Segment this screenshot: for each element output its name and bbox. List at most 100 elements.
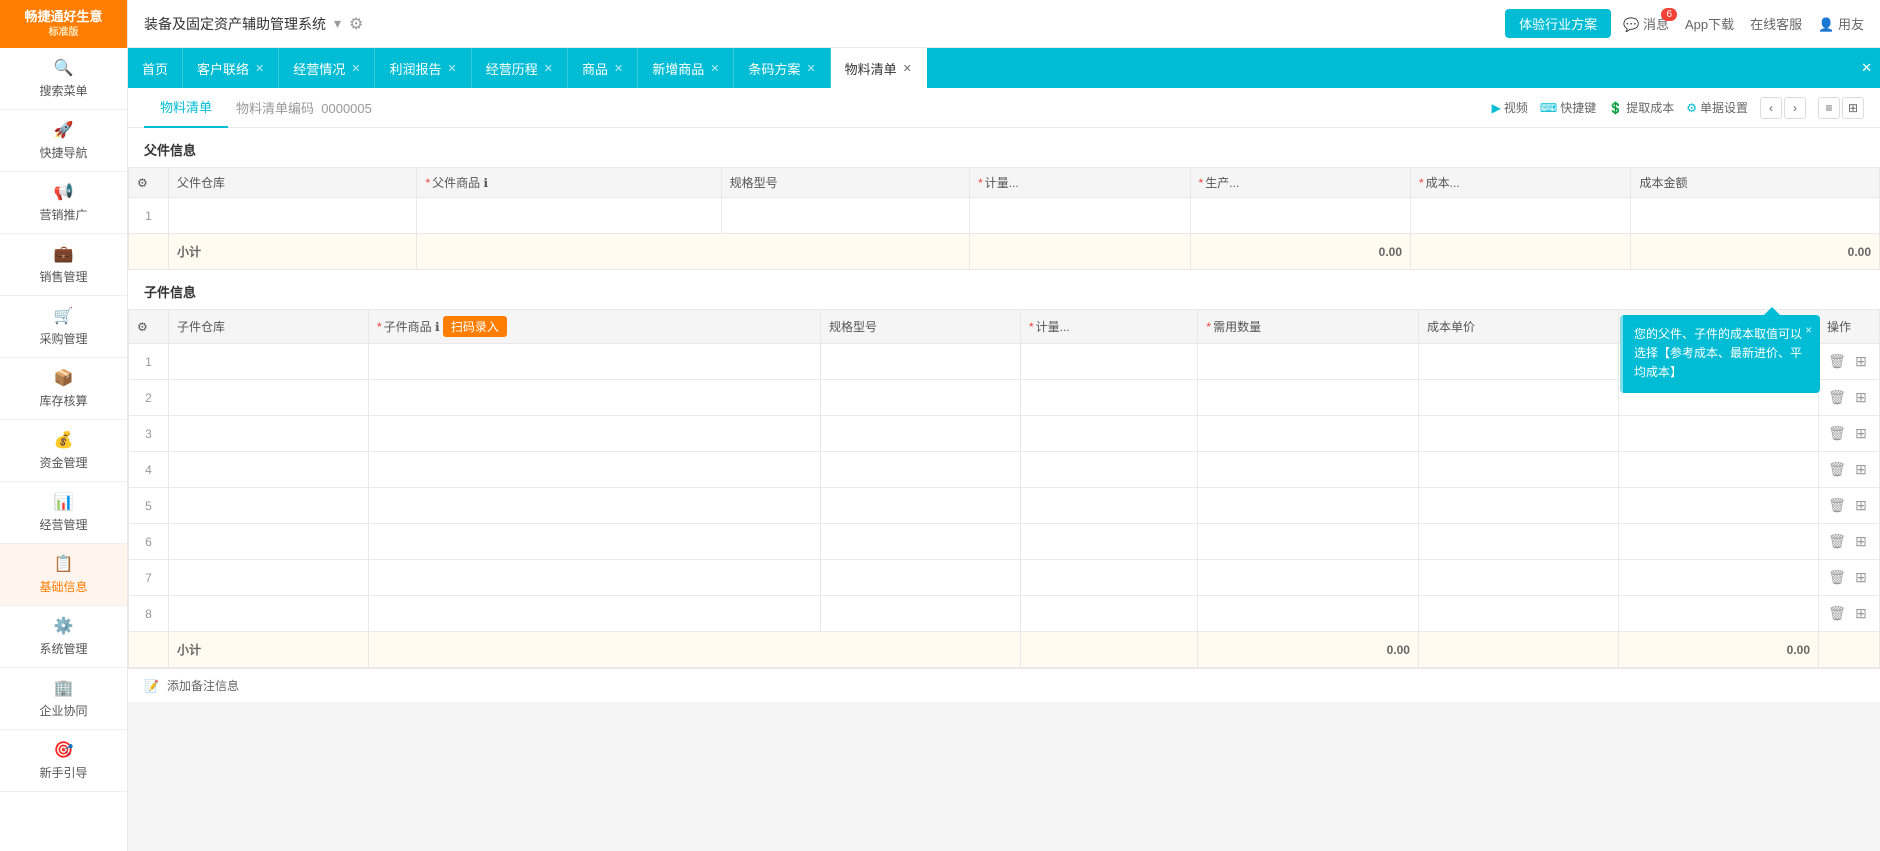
child-cell-product[interactable] [369,416,821,452]
sidebar-item-basic[interactable]: 📋基础信息 [0,544,127,606]
copy-icon[interactable]: ⊞ [1851,568,1871,588]
parent-cell-production[interactable] [1190,198,1410,234]
child-cell-unit-cost[interactable] [1418,488,1618,524]
sidebar-item-search[interactable]: 🔍搜索菜单 [0,48,127,110]
child-cell-required-qty[interactable] [1198,524,1419,560]
child-cell-product[interactable] [369,344,821,380]
navtab-newgoods[interactable]: 新增商品✕ [638,48,734,88]
child-cell-unit[interactable] [1020,416,1197,452]
navtab-history[interactable]: 经营历程✕ [472,48,568,88]
child-cell-unit-cost[interactable] [1418,524,1618,560]
child-cell-warehouse[interactable] [169,416,369,452]
child-cell-product[interactable] [369,596,821,632]
parent-cell-cost[interactable] [1411,198,1631,234]
sidebar-item-finance[interactable]: 💰资金管理 [0,420,127,482]
child-cell-unit[interactable] [1020,344,1197,380]
user-avatar[interactable]: 👤 用友 [1818,14,1864,33]
child-cell-spec[interactable] [820,416,1020,452]
child-cell-cost-amount[interactable] [1618,488,1818,524]
child-cell-cost-amount[interactable] [1618,452,1818,488]
list-btn-2[interactable]: ⊞ [1842,97,1864,119]
child-cell-warehouse[interactable] [169,488,369,524]
subtab-bom[interactable]: 物料清单 [144,88,228,128]
shortcut-btn[interactable]: ⌨ 快捷键 [1540,99,1596,116]
navtab-close-newgoods[interactable]: ✕ [710,62,719,75]
sidebar-item-guide[interactable]: 🎯新手引导 [0,730,127,792]
delete-icon[interactable]: 🗑 [1827,352,1847,372]
child-cell-product[interactable] [369,560,821,596]
child-cell-product[interactable] [369,452,821,488]
child-cell-product[interactable] [369,488,821,524]
delete-icon[interactable]: 🗑 [1827,424,1847,444]
navtab-customers[interactable]: 客户联络✕ [183,48,279,88]
gear-icon[interactable]: ⚙ [349,14,363,34]
copy-icon[interactable]: ⊞ [1851,496,1871,516]
child-cell-warehouse[interactable] [169,560,369,596]
copy-icon[interactable]: ⊞ [1851,460,1871,480]
child-cell-product[interactable] [369,380,821,416]
app-download-link[interactable]: App下载 [1685,14,1734,33]
child-cell-cost-amount[interactable] [1618,524,1818,560]
child-cell-required-qty[interactable] [1198,596,1419,632]
delete-icon[interactable]: 🗑 [1827,460,1847,480]
child-cell-unit-cost[interactable] [1418,596,1618,632]
extract-cost-btn[interactable]: 💲 提取成本 [1608,99,1674,116]
child-cell-unit-cost[interactable] [1418,380,1618,416]
child-cell-unit[interactable] [1020,524,1197,560]
sidebar-item-purchase[interactable]: 🛒采购管理 [0,296,127,358]
child-cell-required-qty[interactable] [1198,344,1419,380]
child-cell-unit-cost[interactable] [1418,560,1618,596]
copy-icon[interactable]: ⊞ [1851,532,1871,552]
child-cell-required-qty[interactable] [1198,560,1419,596]
navtab-close-profit[interactable]: ✕ [448,62,457,75]
copy-icon[interactable]: ⊞ [1851,388,1871,408]
trial-button[interactable]: 体验行业方案 [1505,9,1611,38]
navtab-home[interactable]: 首页 [128,48,183,88]
delete-icon[interactable]: 🗑 [1827,532,1847,552]
child-cell-warehouse[interactable] [169,344,369,380]
child-cell-spec[interactable] [820,488,1020,524]
delete-icon[interactable]: 🗑 [1827,568,1847,588]
child-cell-unit[interactable] [1020,596,1197,632]
online-service-link[interactable]: 在线客服 [1750,14,1802,33]
prev-arrow[interactable]: ‹ [1760,97,1782,119]
list-btn-1[interactable]: ≡ [1818,97,1840,119]
child-cell-required-qty[interactable] [1198,380,1419,416]
notification-bell[interactable]: 💬 消息 6 [1623,14,1669,33]
navtab-barcode[interactable]: 条码方案✕ [734,48,830,88]
child-cell-warehouse[interactable] [169,452,369,488]
navtab-profit[interactable]: 利润报告✕ [375,48,471,88]
copy-icon[interactable]: ⊞ [1851,352,1871,372]
child-cell-spec[interactable] [820,380,1020,416]
delete-icon[interactable]: 🗑 [1827,388,1847,408]
dropdown-icon[interactable]: ▾ [334,15,341,32]
sidebar-item-operations[interactable]: 📊经营管理 [0,482,127,544]
next-arrow[interactable]: › [1784,97,1806,119]
sidebar-item-marketing[interactable]: 📢营销推广 [0,172,127,234]
child-cell-unit-cost[interactable] [1418,344,1618,380]
child-cell-cost-amount[interactable] [1618,416,1818,452]
copy-icon[interactable]: ⊞ [1851,424,1871,444]
navtab-bom[interactable]: 物料清单✕ [831,48,927,88]
navtab-close-goods[interactable]: ✕ [614,62,623,75]
scan-input-btn[interactable]: 扫码录入 [443,316,507,337]
delete-icon[interactable]: 🗑 [1827,496,1847,516]
copy-icon[interactable]: ⊞ [1851,604,1871,624]
sidebar-item-sales[interactable]: 💼销售管理 [0,234,127,296]
child-cell-spec[interactable] [820,560,1020,596]
child-cell-cost-amount[interactable] [1618,560,1818,596]
child-cell-warehouse[interactable] [169,596,369,632]
navtab-close-bom[interactable]: ✕ [903,62,912,75]
child-cell-spec[interactable] [820,596,1020,632]
child-cell-warehouse[interactable] [169,524,369,560]
child-cell-required-qty[interactable] [1198,488,1419,524]
child-cell-cost-amount[interactable] [1618,596,1818,632]
navtab-close-operations[interactable]: ✕ [351,62,360,75]
bottom-hint[interactable]: 添加备注信息 [167,677,239,694]
child-cell-required-qty[interactable] [1198,452,1419,488]
sidebar-item-enterprise[interactable]: 🏢企业协同 [0,668,127,730]
view-video-btn[interactable]: ▶ 视频 [1492,99,1528,116]
child-cell-unit[interactable] [1020,488,1197,524]
child-cell-required-qty[interactable] [1198,416,1419,452]
parent-cell-unit[interactable] [970,198,1190,234]
